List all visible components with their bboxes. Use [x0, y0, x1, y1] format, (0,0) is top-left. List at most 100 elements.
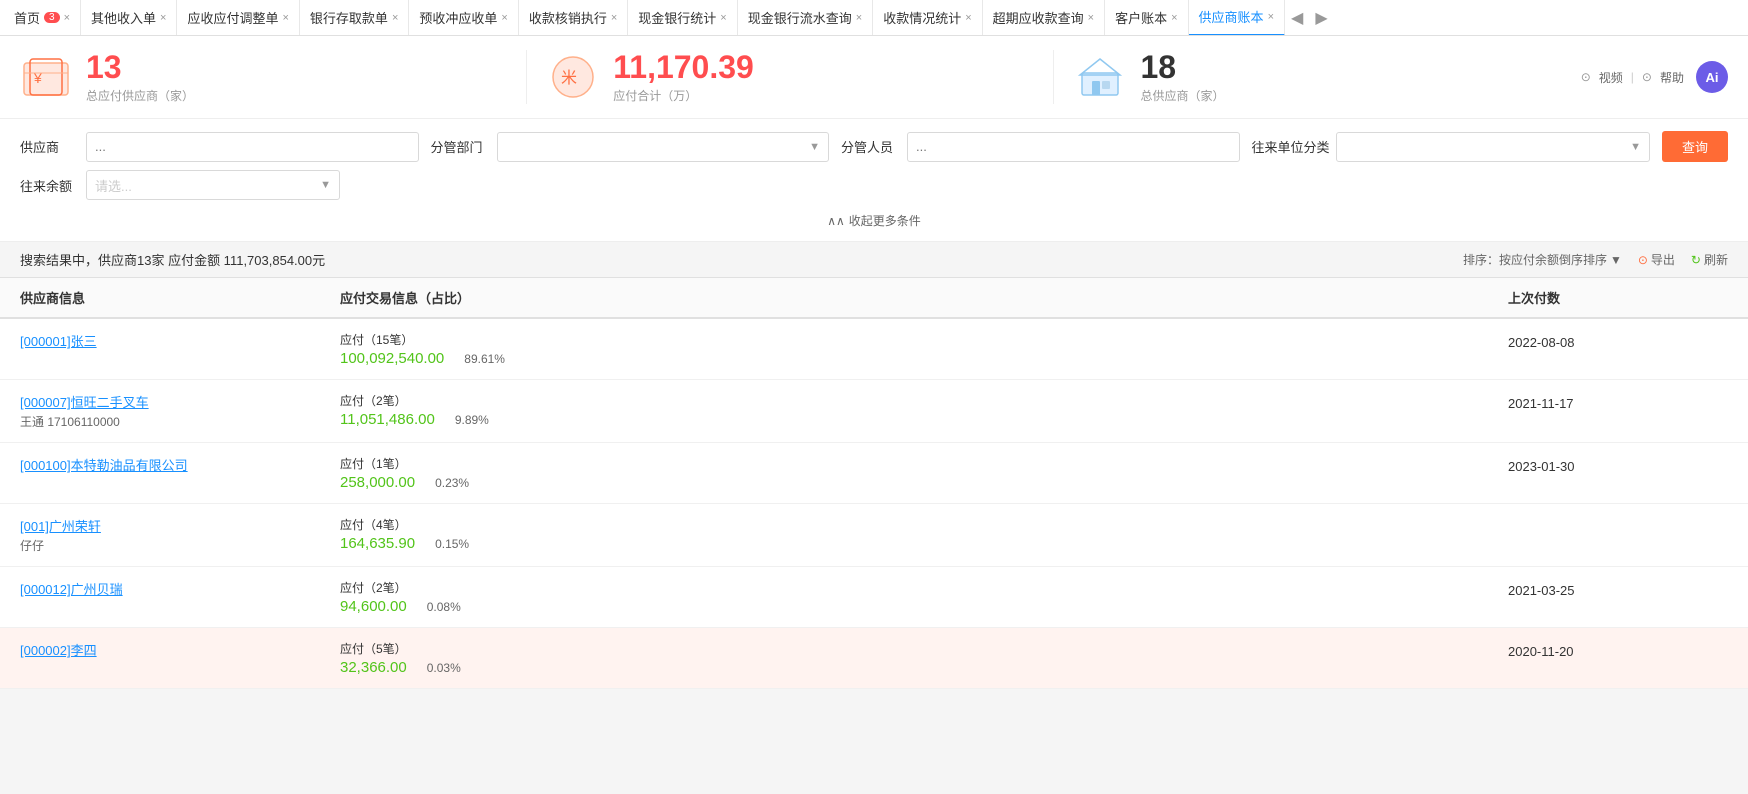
- nav-other-income[interactable]: 其他收入单 ×: [81, 0, 177, 36]
- supplier-info-1: [000007]恒旺二手叉车 王通 17106110000: [20, 392, 340, 430]
- stat-payable-number: 13: [86, 50, 194, 85]
- nav-other-income-close[interactable]: ×: [160, 12, 166, 24]
- store-icon: [1074, 51, 1126, 103]
- data-table: 供应商信息 应付交易信息（占比） 上次付数 [000001]张三 应付（15笔）…: [0, 278, 1748, 689]
- supplier-info-4: [000012]广州贝瑞: [20, 579, 340, 598]
- filter-row-2: 往来余额 请选... ▼: [20, 170, 1728, 200]
- nav-customer-ledger-close[interactable]: ×: [1171, 12, 1177, 24]
- balance-select[interactable]: 请选... ▼: [86, 170, 340, 200]
- nav-prepay-close[interactable]: ×: [501, 12, 507, 24]
- nav-home[interactable]: 首页 3 ×: [4, 0, 81, 36]
- collapse-button[interactable]: ∧∧ 收起更多条件: [819, 208, 929, 233]
- sort-label[interactable]: 排序：按应付余额倒序排序 ▼: [1463, 251, 1622, 268]
- stat-amount-text: 11,170.39 应付合计（万）: [613, 50, 754, 104]
- supplier-link-1[interactable]: [000007]恒旺二手叉车: [20, 392, 340, 411]
- ai-button[interactable]: Ai: [1696, 61, 1728, 93]
- table-row: [000001]张三 应付（15笔） 100,092,540.00 89.61%…: [0, 319, 1748, 380]
- nav-overdue-label: 超期应收款查询: [993, 8, 1084, 27]
- supplier-info-2: [000100]本特勒油品有限公司: [20, 455, 340, 474]
- transaction-info-0: 应付（15笔） 100,092,540.00 89.61%: [340, 331, 1508, 367]
- supplier-link-2[interactable]: [000100]本特勒油品有限公司: [20, 455, 340, 474]
- nav-cash-flow-label: 现金银行流水查询: [748, 8, 852, 27]
- filter-balance: 往来余额 请选... ▼: [20, 170, 340, 200]
- nav-prev[interactable]: ◀: [1285, 8, 1309, 28]
- nav-adjust[interactable]: 应收应付调整单 ×: [177, 0, 299, 36]
- nav-home-close[interactable]: ×: [64, 12, 70, 24]
- collapse-up-icon: ∧∧: [827, 214, 845, 228]
- supplier-link-0[interactable]: [000001]张三: [20, 331, 340, 350]
- trans-amount-4[interactable]: 94,600.00: [340, 598, 407, 615]
- stat-total-label: 总供应商（家）: [1140, 87, 1224, 104]
- stat-total-suppliers: 18 总供应商（家）: [1053, 50, 1580, 104]
- trans-amount-5[interactable]: 32,366.00: [340, 659, 407, 676]
- trans-label-1: 应付（2笔）: [340, 392, 1508, 409]
- table-row: [000012]广州贝瑞 应付（2笔） 94,600.00 0.08% 2021…: [0, 567, 1748, 628]
- nav-supplier-ledger-label: 供应商账本: [1199, 7, 1264, 26]
- nav-overdue-close[interactable]: ×: [1088, 12, 1094, 24]
- trans-label-4: 应付（2笔）: [340, 579, 1508, 596]
- trans-amount-1[interactable]: 11,051,486.00: [340, 411, 435, 428]
- nav-next[interactable]: ▶: [1309, 8, 1333, 28]
- filter-dept: 分管部门 ▼: [431, 132, 830, 162]
- result-bar: 搜索结果中，供应商13家 应付金额 111,703,854.00元 排序：按应付…: [0, 242, 1748, 278]
- dept-select-arrow: ▼: [809, 141, 820, 153]
- nav-cash-flow-close[interactable]: ×: [856, 12, 862, 24]
- transaction-info-3: 应付（4笔） 164,635.90 0.15%: [340, 516, 1508, 552]
- lastpay-date-1: 2021-11-17: [1508, 396, 1708, 411]
- nav-prepay-label: 预收冲应收单: [419, 8, 497, 27]
- table-row: [000100]本特勒油品有限公司 应付（1笔） 258,000.00 0.23…: [0, 443, 1748, 504]
- dept-select[interactable]: ▼: [497, 132, 830, 162]
- filter-row-1: 供应商 分管部门 ▼ 分管人员 往来单位分类 ▼ 查询: [20, 131, 1728, 162]
- video-link[interactable]: 视频: [1599, 69, 1623, 86]
- lastpay-date-4: 2021-03-25: [1508, 583, 1708, 598]
- nav-home-label: 首页: [14, 8, 40, 27]
- trans-pct-0: 89.61%: [464, 352, 505, 366]
- top-navigation: 首页 3 × 其他收入单 × 应收应付调整单 × 银行存取款单 × 预收冲应收单…: [0, 0, 1748, 36]
- trans-label-3: 应付（4笔）: [340, 516, 1508, 533]
- refresh-button[interactable]: ↻ 刷新: [1691, 251, 1728, 268]
- category-select[interactable]: ▼: [1336, 132, 1650, 162]
- result-actions: 排序：按应付余额倒序排序 ▼ ⊙ 导出 ↻ 刷新: [1463, 251, 1728, 268]
- nav-cash-flow[interactable]: 现金银行流水查询 ×: [738, 0, 873, 36]
- query-button[interactable]: 查询: [1662, 131, 1728, 162]
- lastpay-4: 2021-03-25: [1508, 579, 1708, 598]
- supplier-input[interactable]: [86, 132, 419, 162]
- nav-prepay[interactable]: 预收冲应收单 ×: [409, 0, 518, 36]
- result-summary: 搜索结果中，供应商13家 应付金额 111,703,854.00元: [20, 250, 325, 269]
- nav-bank-close[interactable]: ×: [392, 12, 398, 24]
- nav-customer-ledger[interactable]: 客户账本 ×: [1105, 0, 1188, 36]
- help-icon: ⊙: [1642, 70, 1652, 84]
- trans-label-0: 应付（15笔）: [340, 331, 1508, 348]
- nav-collection-close[interactable]: ×: [611, 12, 617, 24]
- help-link[interactable]: 帮助: [1660, 69, 1684, 86]
- lastpay-date-5: 2020-11-20: [1508, 644, 1708, 659]
- nav-bank[interactable]: 银行存取款单 ×: [300, 0, 409, 36]
- nav-receipt-stat-close[interactable]: ×: [965, 12, 971, 24]
- nav-supplier-ledger-close[interactable]: ×: [1268, 11, 1274, 23]
- person-label: 分管人员: [841, 137, 901, 156]
- collapse-label: 收起更多条件: [849, 212, 921, 229]
- supplier-link-5[interactable]: [000002]李四: [20, 640, 340, 659]
- export-button[interactable]: ⊙ 导出: [1638, 251, 1675, 268]
- nav-collection[interactable]: 收款核销执行 ×: [519, 0, 628, 36]
- table-row: [000002]李四 应付（5笔） 32,366.00 0.03% 2020-1…: [0, 628, 1748, 689]
- transaction-info-2: 应付（1笔） 258,000.00 0.23%: [340, 455, 1508, 491]
- trans-amount-2[interactable]: 258,000.00: [340, 474, 415, 491]
- supplier-link-3[interactable]: [001]广州荣轩: [20, 516, 340, 535]
- nav-adjust-close[interactable]: ×: [282, 12, 288, 24]
- transaction-info-5: 应付（5笔） 32,366.00 0.03%: [340, 640, 1508, 676]
- header-lastpay: 上次付数: [1508, 288, 1708, 307]
- lastpay-0: 2022-08-08: [1508, 331, 1708, 350]
- nav-cash-stat[interactable]: 现金银行统计 ×: [628, 0, 737, 36]
- trans-amount-0[interactable]: 100,092,540.00: [340, 350, 444, 367]
- nav-receipt-stat[interactable]: 收款情况统计 ×: [873, 0, 982, 36]
- person-input[interactable]: [907, 132, 1240, 162]
- transaction-info-1: 应付（2笔） 11,051,486.00 9.89%: [340, 392, 1508, 428]
- supplier-link-4[interactable]: [000012]广州贝瑞: [20, 579, 340, 598]
- nav-cash-stat-close[interactable]: ×: [720, 12, 726, 24]
- trans-amount-3[interactable]: 164,635.90: [340, 535, 415, 552]
- nav-supplier-ledger[interactable]: 供应商账本 ×: [1189, 0, 1285, 36]
- nav-overdue[interactable]: 超期应收款查询 ×: [983, 0, 1105, 36]
- nav-adjust-label: 应收应付调整单: [187, 8, 278, 27]
- nav-other-income-label: 其他收入单: [91, 8, 156, 27]
